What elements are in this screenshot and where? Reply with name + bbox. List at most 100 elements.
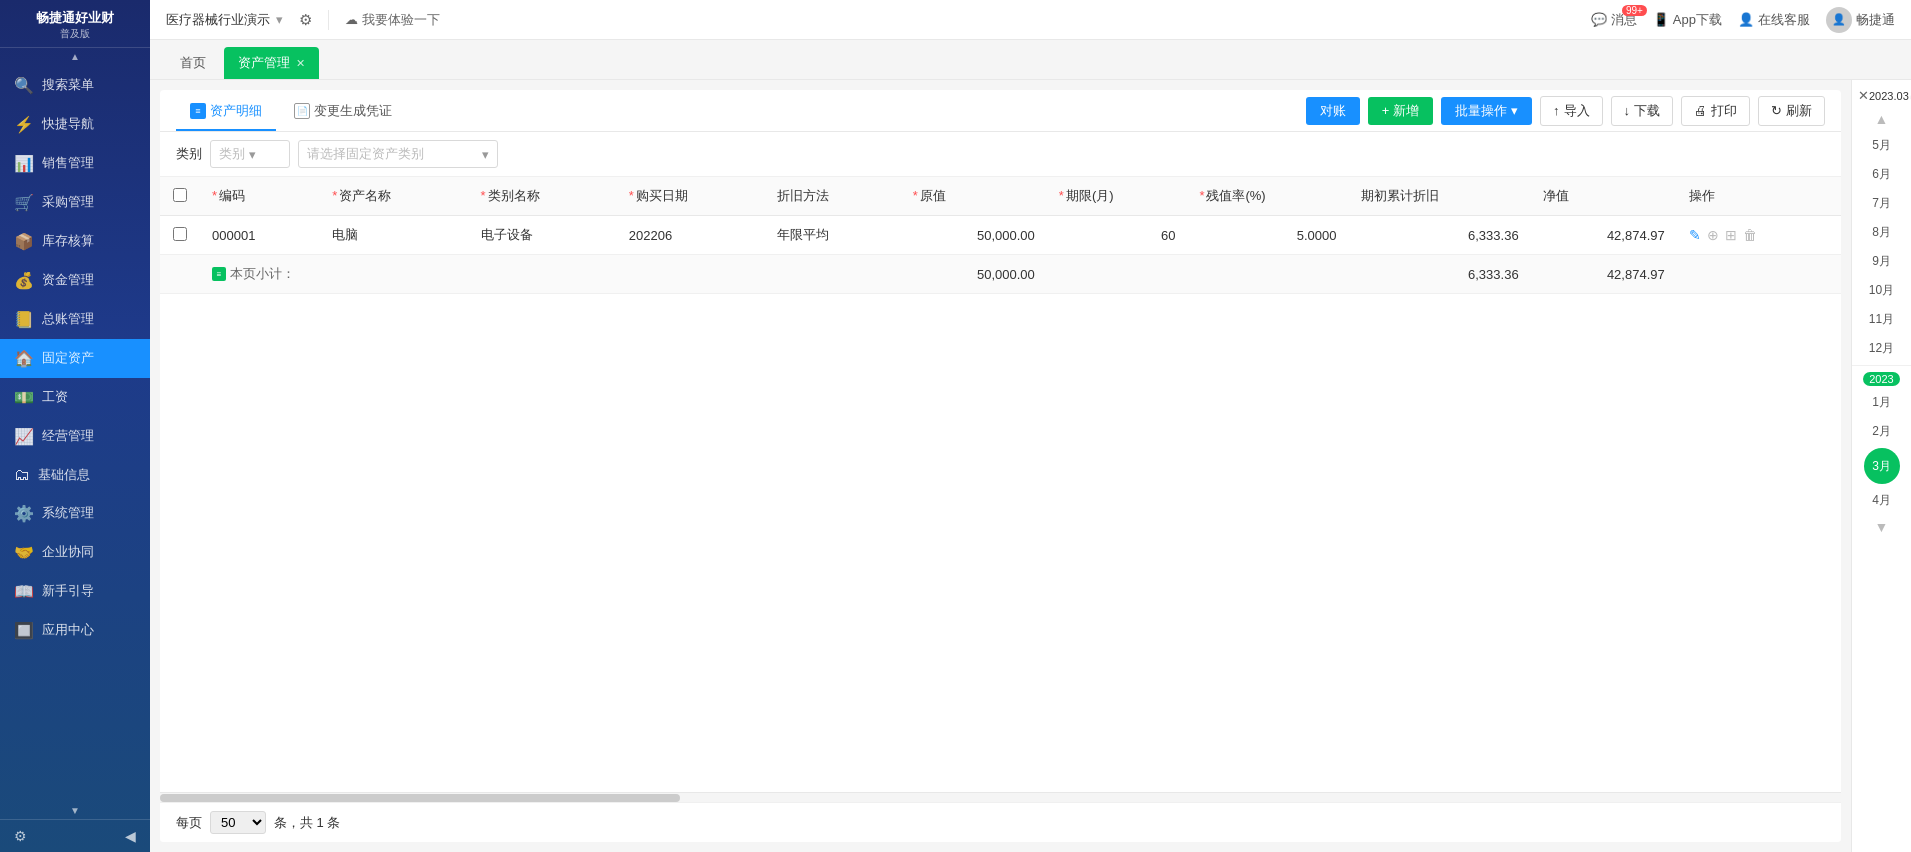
sidebar-item-operation[interactable]: 📈经营管理 bbox=[0, 417, 150, 456]
panel-month-10月[interactable]: 10月 bbox=[1869, 276, 1894, 305]
pagination: 每页 50 100 条，共 1 条 bbox=[160, 802, 1841, 842]
sidebar-item-cooperation[interactable]: 🤝企业协同 bbox=[0, 533, 150, 572]
print-label: 打印 bbox=[1711, 102, 1737, 120]
collapse-icon[interactable]: ◀ bbox=[125, 828, 136, 844]
panel-month-11月[interactable]: 11月 bbox=[1869, 305, 1894, 334]
subtab-change-voucher[interactable]: 📄 变更生成凭证 bbox=[280, 93, 406, 131]
refresh-button[interactable]: ↻ 刷新 bbox=[1758, 96, 1825, 126]
refresh-icon: ↻ bbox=[1771, 103, 1782, 118]
col-net-value: 净值 bbox=[1531, 177, 1677, 216]
sidebar-item-base-info[interactable]: 🗂基础信息 bbox=[0, 456, 150, 494]
company-selector[interactable]: 医疗器械行业演示 ▾ bbox=[166, 11, 283, 29]
category-select-placeholder: 类别 bbox=[219, 145, 245, 163]
panel-close-icon[interactable]: ✕ bbox=[1858, 88, 1869, 103]
sidebar-logo-title: 畅捷通好业财 bbox=[36, 10, 114, 27]
cell-actions: ✎ ⊕ ⊞ 🗑 bbox=[1677, 216, 1841, 255]
panel-month-8月[interactable]: 8月 bbox=[1869, 218, 1894, 247]
batch-dropdown-icon: ▾ bbox=[1511, 103, 1518, 118]
customer-service-button[interactable]: 👤 在线客服 bbox=[1738, 11, 1810, 29]
cell-name: 电脑 bbox=[320, 216, 468, 255]
new-button[interactable]: + 新增 bbox=[1368, 97, 1433, 125]
user-avatar-area[interactable]: 👤 畅捷通 bbox=[1826, 7, 1895, 33]
subtabs-bar: ≡ 资产明细 📄 变更生成凭证 对账 + 新增 bbox=[160, 90, 1841, 132]
table-scrollbar[interactable] bbox=[160, 792, 1841, 802]
reconcile-button[interactable]: 对账 bbox=[1306, 97, 1360, 125]
sidebar-item-guide[interactable]: 📖新手引导 bbox=[0, 572, 150, 611]
panel-month-2023-2月[interactable]: 2月 bbox=[1864, 417, 1900, 446]
page-content: ≡ 资产明细 📄 变更生成凭证 对账 + 新增 bbox=[150, 80, 1911, 852]
row-checkbox-cell bbox=[160, 216, 200, 255]
col-category: *类别名称 bbox=[469, 177, 617, 216]
panel-month-7月[interactable]: 7月 bbox=[1869, 189, 1894, 218]
subtotal-empty bbox=[160, 255, 200, 294]
category-select[interactable]: 类别 ▾ bbox=[210, 140, 290, 168]
toolbar: 对账 + 新增 批量操作 ▾ ↑ 导入 ↓ bbox=[1306, 96, 1825, 126]
message-badge: 99+ bbox=[1622, 5, 1647, 16]
sidebar-item-fixed-assets[interactable]: 🏠固定资产 bbox=[0, 339, 150, 378]
edit-icon[interactable]: ✎ bbox=[1689, 227, 1701, 243]
experience-button[interactable]: ☁ 我要体验一下 bbox=[345, 11, 440, 29]
panel-month-2023-1月[interactable]: 1月 bbox=[1864, 388, 1900, 417]
panel-month-12月[interactable]: 12月 bbox=[1869, 334, 1894, 363]
batch-button[interactable]: 批量操作 ▾ bbox=[1441, 97, 1532, 125]
asset-table-container: *编码 *资产名称 *类别名称 *购买日期 折旧方法 *原值 *期限(月) *残… bbox=[160, 177, 1841, 792]
operation-label: 经营管理 bbox=[42, 427, 94, 445]
sidebar-item-inventory[interactable]: 📦库存核算 bbox=[0, 222, 150, 261]
app-label: App下载 bbox=[1673, 11, 1722, 29]
scrollbar-thumb[interactable] bbox=[160, 794, 680, 802]
cooperation-label: 企业协同 bbox=[42, 543, 94, 561]
download-button[interactable]: ↓ 下载 bbox=[1611, 96, 1674, 126]
subtab-change-voucher-label: 变更生成凭证 bbox=[314, 102, 392, 120]
tab-home-label: 首页 bbox=[180, 54, 206, 72]
panel-month-2023-4月[interactable]: 4月 bbox=[1864, 486, 1900, 515]
select-all-checkbox[interactable] bbox=[173, 188, 187, 202]
import-button[interactable]: ↑ 导入 bbox=[1540, 96, 1603, 126]
sidebar-scroll-up[interactable]: ▲ bbox=[0, 48, 150, 66]
tab-home[interactable]: 首页 bbox=[166, 47, 220, 79]
row-checkbox[interactable] bbox=[173, 227, 187, 241]
delete-icon[interactable]: 🗑 bbox=[1743, 227, 1757, 243]
sidebar-scroll-down[interactable]: ▼ bbox=[0, 801, 150, 819]
asset-category-select[interactable]: 请选择固定资产类别 ▾ bbox=[298, 140, 498, 168]
topbar-right: 💬 消息 99+ 📱 App下载 👤 在线客服 👤 畅捷通 bbox=[1591, 7, 1895, 33]
tab-asset-mgmt-close[interactable]: ✕ bbox=[296, 57, 305, 70]
panel-scroll-down[interactable]: ▼ bbox=[1871, 515, 1893, 539]
col-operation: 操作 bbox=[1677, 177, 1841, 216]
col-depreciation: 折旧方法 bbox=[765, 177, 901, 216]
copy-icon[interactable]: ⊕ bbox=[1707, 227, 1719, 243]
panel-month-2023-3月[interactable]: 3月 bbox=[1864, 448, 1900, 484]
tabbar: 首页 资产管理 ✕ bbox=[150, 40, 1911, 80]
content-card: ≡ 资产明细 📄 变更生成凭证 对账 + 新增 bbox=[160, 90, 1841, 842]
per-page-label: 每页 bbox=[176, 814, 202, 832]
category-select-arrow: ▾ bbox=[249, 147, 256, 162]
print-button[interactable]: 🖨 打印 bbox=[1681, 96, 1750, 126]
message-button[interactable]: 💬 消息 99+ bbox=[1591, 11, 1637, 29]
sidebar-item-purchase[interactable]: 🛒采购管理 bbox=[0, 183, 150, 222]
sidebar-item-fund[interactable]: 💰资金管理 bbox=[0, 261, 150, 300]
panel-scroll-up[interactable]: ▲ bbox=[1871, 107, 1893, 131]
sidebar-item-quick-nav[interactable]: ⚡快捷导航 bbox=[0, 105, 150, 144]
subtotal-icon: ≡ bbox=[212, 267, 226, 281]
sidebar-item-app-center[interactable]: 🔲应用中心 bbox=[0, 611, 150, 650]
topbar-settings-icon[interactable]: ⚙ bbox=[299, 11, 312, 29]
panel-month-6月[interactable]: 6月 bbox=[1869, 160, 1894, 189]
panel-month-9月[interactable]: 9月 bbox=[1869, 247, 1894, 276]
per-page-select[interactable]: 50 100 bbox=[210, 811, 266, 834]
table-header-row: *编码 *资产名称 *类别名称 *购买日期 折旧方法 *原值 *期限(月) *残… bbox=[160, 177, 1841, 216]
panel-month-5月[interactable]: 5月 bbox=[1869, 131, 1894, 160]
service-icon: 👤 bbox=[1738, 12, 1754, 27]
base-info-label: 基础信息 bbox=[38, 466, 90, 484]
import-label: 导入 bbox=[1564, 102, 1590, 120]
sidebar-item-ledger[interactable]: 📒总账管理 bbox=[0, 300, 150, 339]
more-icon[interactable]: ⊞ bbox=[1725, 227, 1737, 243]
cell-net-value: 42,874.97 bbox=[1531, 216, 1677, 255]
sidebar-item-payroll[interactable]: 💵工资 bbox=[0, 378, 150, 417]
sidebar-item-sales[interactable]: 📊销售管理 bbox=[0, 144, 150, 183]
app-download-button[interactable]: 📱 App下载 bbox=[1653, 11, 1722, 29]
sidebar-item-system[interactable]: ⚙️系统管理 bbox=[0, 494, 150, 533]
tab-asset-mgmt[interactable]: 资产管理 ✕ bbox=[224, 47, 319, 79]
sidebar-item-search-menu[interactable]: 🔍搜索菜单 bbox=[0, 66, 150, 105]
subtab-asset-detail[interactable]: ≡ 资产明细 bbox=[176, 93, 276, 131]
category-label: 类别 bbox=[176, 145, 202, 163]
settings-icon[interactable]: ⚙ bbox=[14, 828, 27, 844]
